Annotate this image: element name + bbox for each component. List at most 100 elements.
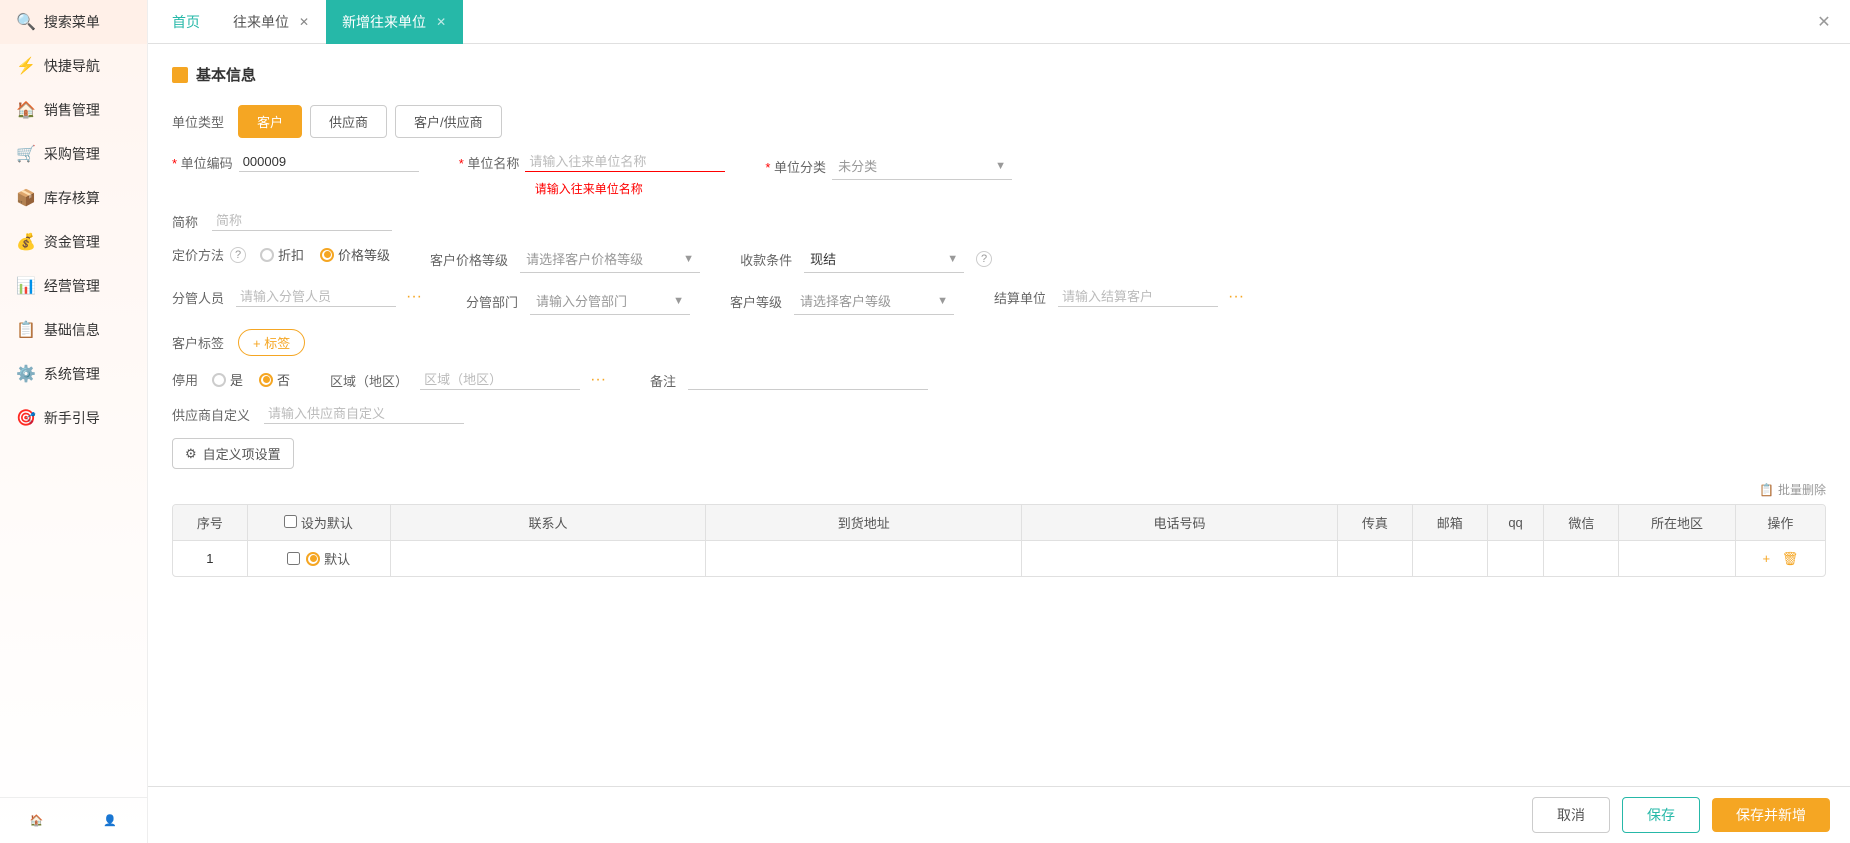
btn-both[interactable]: 客户/供应商: [395, 105, 502, 138]
unit-name-group: 单位名称 请输入往来单位名称: [459, 152, 726, 197]
col-qq: qq: [1487, 505, 1544, 541]
col-phone: 电话号码: [1022, 505, 1338, 541]
close-partners-tab[interactable]: ✕: [299, 15, 309, 29]
unit-category-select[interactable]: 未分类 ▼: [832, 152, 1012, 180]
sidebar-item-purchase[interactable]: 🛒 采购管理: [0, 132, 147, 176]
payment-terms-value: 现结: [810, 249, 947, 268]
finance-icon: 💰: [16, 232, 36, 252]
contact-input[interactable]: [401, 551, 696, 566]
radio-disable-no[interactable]: 否: [259, 370, 290, 389]
unit-type-buttons: 客户 供应商 客户/供应商: [238, 105, 502, 138]
add-row-icon[interactable]: +: [1763, 551, 1771, 566]
col-fax: 传真: [1337, 505, 1412, 541]
disable-group: 停用 是 否: [172, 370, 290, 389]
cell-contact[interactable]: [390, 541, 706, 577]
cell-email[interactable]: [1412, 541, 1487, 577]
cell-region[interactable]: [1619, 541, 1735, 577]
cell-wechat[interactable]: [1544, 541, 1619, 577]
add-tag-button[interactable]: + 标签: [238, 329, 305, 356]
cell-qq[interactable]: [1487, 541, 1544, 577]
delete-row-icon[interactable]: 🗑: [1782, 551, 1799, 566]
btn-customer[interactable]: 客户: [238, 105, 302, 138]
radio-yes-circle: [212, 373, 226, 387]
sidebar-item-system[interactable]: ⚙️ 系统管理: [0, 352, 147, 396]
quick-nav-icon: ⚡: [16, 56, 36, 76]
unit-category-value: 未分类: [838, 156, 995, 175]
unit-code-group: 单位编码: [172, 152, 419, 172]
set-default-radio[interactable]: 默认: [306, 549, 350, 568]
chevron-dept-icon: ▼: [673, 295, 684, 307]
sidebar-item-label: 采购管理: [44, 144, 100, 164]
contact-table-wrapper: 序号 设为默认 联系人 到货地址 电话号码 传真 邮箱 qq 微信 所在地区 操…: [172, 504, 1826, 577]
short-name-input[interactable]: [212, 211, 392, 231]
region-more-icon[interactable]: ···: [586, 371, 610, 389]
unit-type-group: 单位类型 客户 供应商 客户/供应商: [172, 105, 502, 138]
manager-more-icon[interactable]: ···: [402, 288, 426, 306]
supplier-custom-input[interactable]: [264, 404, 464, 424]
save-button[interactable]: 保存: [1622, 797, 1700, 833]
inventory-icon: 📦: [16, 188, 36, 208]
department-select[interactable]: 请输入分管部门 ▼: [530, 287, 690, 315]
disable-radio-group: 是 否: [212, 370, 290, 389]
cell-address[interactable]: [706, 541, 1022, 577]
user-icon: 👤: [103, 814, 117, 827]
tab-home[interactable]: 首页: [156, 0, 217, 44]
row-unit-info: 单位编码 单位名称 请输入往来单位名称 单位分类 未分类 ▼: [172, 152, 1826, 197]
settlement-more-icon[interactable]: ···: [1224, 288, 1248, 306]
sidebar-item-inventory[interactable]: 📦 库存核算: [0, 176, 147, 220]
unit-code-input[interactable]: [239, 152, 419, 172]
radio-discount-circle: [260, 248, 274, 262]
batch-delete-icon: 📋: [1759, 483, 1774, 497]
radio-discount[interactable]: 折扣: [260, 245, 304, 264]
tab-partners[interactable]: 往来单位 ✕: [217, 0, 326, 44]
row-checkbox[interactable]: [287, 552, 300, 565]
save-and-new-button[interactable]: 保存并新增: [1712, 798, 1830, 832]
page-content: 基本信息 单位类型 客户 供应商 客户/供应商 单位编码 单位名称: [148, 44, 1850, 786]
tab-new-partner[interactable]: 新增往来单位 ✕: [326, 0, 463, 44]
pricing-help-icon[interactable]: ?: [230, 247, 246, 263]
contact-table: 序号 设为默认 联系人 到货地址 电话号码 传真 邮箱 qq 微信 所在地区 操…: [173, 505, 1825, 576]
payment-help-icon[interactable]: ?: [976, 251, 992, 267]
department-label: 分管部门: [466, 292, 518, 311]
sidebar-item-label: 新手引导: [44, 408, 100, 428]
customer-price-level-select[interactable]: 请选择客户价格等级 ▼: [520, 245, 700, 273]
custom-settings-button[interactable]: ⚙ 自定义项设置: [172, 438, 294, 469]
short-name-group: 简称: [172, 211, 392, 231]
sidebar-bottom-user[interactable]: 👤: [74, 806, 148, 835]
btn-supplier[interactable]: 供应商: [310, 105, 387, 138]
customer-tag-label: 客户标签: [172, 333, 224, 352]
address-input[interactable]: [716, 551, 1011, 566]
sidebar-item-basics[interactable]: 📋 基础信息: [0, 308, 147, 352]
cell-phone[interactable]: [1022, 541, 1338, 577]
remark-input[interactable]: [688, 370, 928, 390]
batch-delete-label[interactable]: 批量删除: [1778, 481, 1826, 498]
manager-input[interactable]: [236, 287, 396, 307]
payment-terms-group: 收款条件 现结 ▼ ?: [740, 245, 992, 273]
radio-price-level[interactable]: 价格等级: [320, 245, 390, 264]
cell-fax[interactable]: [1337, 541, 1412, 577]
sidebar-item-search[interactable]: 🔍 搜索菜单: [0, 0, 147, 44]
close-new-partner-tab[interactable]: ✕: [436, 15, 446, 29]
sidebar-bottom-home[interactable]: 🏠: [0, 806, 74, 835]
select-all-checkbox[interactable]: [284, 515, 297, 528]
radio-no-circle: [259, 373, 273, 387]
sidebar-item-quicknav[interactable]: ⚡ 快捷导航: [0, 44, 147, 88]
phone-input[interactable]: [1032, 551, 1327, 566]
window-close-button[interactable]: ✕: [1806, 4, 1842, 40]
region-input[interactable]: [420, 370, 580, 390]
col-address: 到货地址: [706, 505, 1022, 541]
sidebar-item-guide[interactable]: 🎯 新手引导: [0, 396, 147, 440]
sidebar-item-finance[interactable]: 💰 资金管理: [0, 220, 147, 264]
payment-terms-select[interactable]: 现结 ▼: [804, 245, 964, 273]
ops-icon: 📊: [16, 276, 36, 296]
cancel-button[interactable]: 取消: [1532, 797, 1610, 833]
radio-disable-yes[interactable]: 是: [212, 370, 243, 389]
customer-level-select[interactable]: 请选择客户等级 ▼: [794, 287, 954, 315]
settlement-unit-label: 结算单位: [994, 288, 1046, 307]
sidebar-item-sales[interactable]: 🏠 销售管理: [0, 88, 147, 132]
customer-price-level-group: 客户价格等级 请选择客户价格等级 ▼: [430, 245, 700, 273]
unit-name-input[interactable]: [525, 152, 725, 172]
sidebar-item-label: 经营管理: [44, 276, 100, 296]
settlement-unit-input[interactable]: [1058, 287, 1218, 307]
sidebar-item-ops[interactable]: 📊 经营管理: [0, 264, 147, 308]
